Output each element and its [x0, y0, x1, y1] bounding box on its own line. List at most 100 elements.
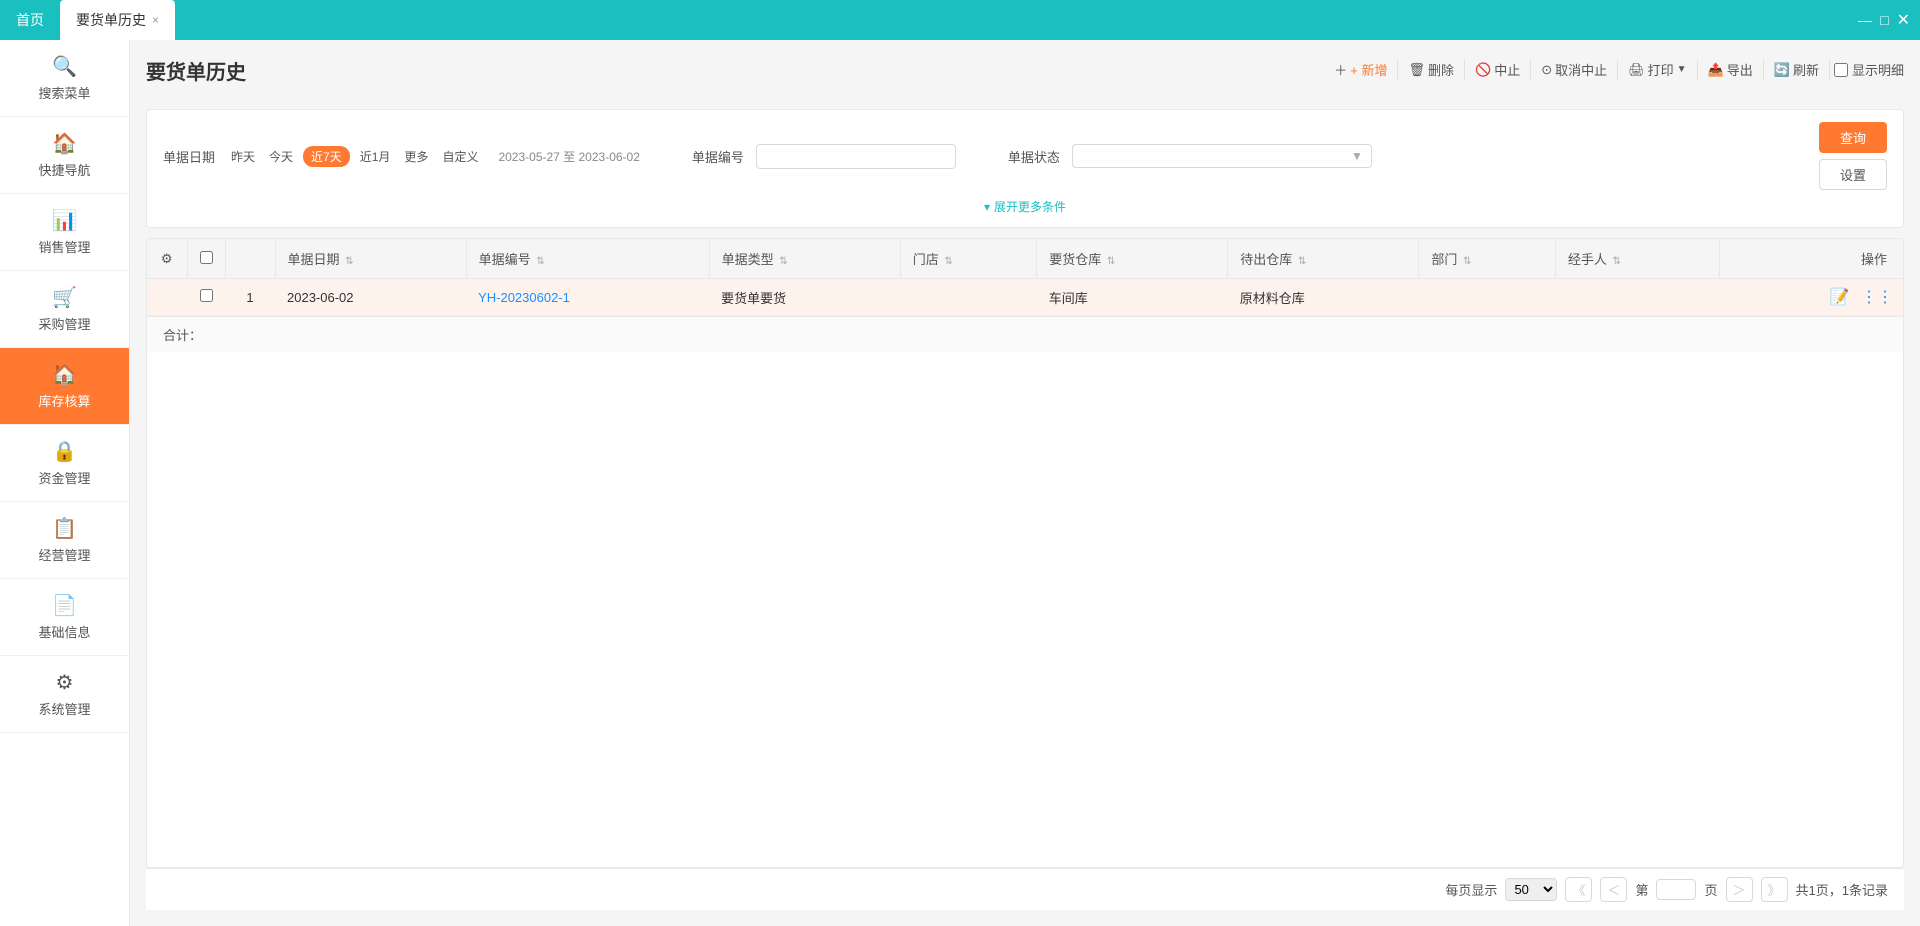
dropdown-chevron-icon: ▼ [1351, 149, 1363, 163]
delete-button[interactable]: 🗑 删除 [1402, 56, 1460, 83]
row-settings [147, 279, 187, 316]
first-page-button[interactable]: 《 [1565, 877, 1592, 902]
basic-info-icon: 📄 [52, 593, 77, 618]
main-layout: 🔍 搜索菜单 🏠 快捷导航 📊 销售管理 🛒 采购管理 🏠 库存核算 🔒 资金管… [0, 40, 1920, 926]
col-header-req-warehouse[interactable]: 要货仓库 ⇅ [1037, 239, 1228, 279]
row-store [900, 279, 1037, 316]
plus-icon: ＋ [1334, 60, 1347, 79]
row-doc-type: 要货单要货 [709, 279, 900, 316]
table-wrapper: ⚙ 单据日期 ⇅ 单据编号 [146, 238, 1904, 910]
minimize-icon[interactable]: — [1858, 12, 1872, 28]
col-header-pending-warehouse[interactable]: 待出仓库 ⇅ [1228, 239, 1419, 279]
stop-button[interactable]: 🚫 中止 [1469, 56, 1526, 83]
last-page-button[interactable]: 》 [1761, 877, 1788, 902]
date-btn-last7[interactable]: 近7天 [303, 146, 350, 167]
table-header-row: ⚙ 单据日期 ⇅ 单据编号 [147, 239, 1903, 279]
refresh-icon: 🔄 [1774, 62, 1790, 78]
expand-more-button[interactable]: ▾ 展开更多条件 [163, 198, 1887, 215]
display-detail-checkbox[interactable] [1834, 63, 1848, 77]
prev-page-button[interactable]: ＜ [1600, 877, 1627, 902]
sidebar-item-basic-info[interactable]: 📄 基础信息 [0, 579, 129, 656]
col-header-doc-type[interactable]: 单据类型 ⇅ [709, 239, 900, 279]
export-icon: 📤 [1708, 62, 1724, 78]
date-btn-yesterday[interactable]: 昨天 [227, 146, 259, 167]
sort-pending-warehouse-icon: ⇅ [1298, 256, 1306, 267]
row-edit-button[interactable]: 📝 [1827, 287, 1851, 308]
filter-settings-button[interactable]: 设置 [1819, 159, 1887, 190]
sidebar-item-search-menu[interactable]: 🔍 搜索菜单 [0, 40, 129, 117]
col-header-checkbox[interactable] [187, 239, 225, 279]
col-header-dept[interactable]: 部门 ⇅ [1419, 239, 1556, 279]
filter-section: 单据日期 昨天 今天 近7天 近1月 更多 自定义 2023-05-27 至 2… [146, 109, 1904, 228]
doc-number-link[interactable]: YH-20230602-1 [478, 290, 570, 305]
query-button[interactable]: 查询 [1819, 122, 1887, 153]
col-header-handler[interactable]: 经手人 ⇅ [1555, 239, 1719, 279]
print-button[interactable]: 🖨 打印 ▼ [1622, 56, 1692, 83]
sidebar-item-inventory[interactable]: 🏠 库存核算 [0, 348, 129, 425]
sidebar-item-sales-mgmt[interactable]: 📊 销售管理 [0, 194, 129, 271]
row-doc-number[interactable]: YH-20230602-1 [466, 279, 709, 316]
table-footer: 合计： [147, 316, 1903, 352]
toolbar-divider-5 [1697, 60, 1698, 80]
row-req-warehouse: 车间库 [1037, 279, 1228, 316]
export-button[interactable]: 📤 导出 [1702, 56, 1759, 83]
doc-number-input[interactable] [756, 144, 956, 169]
col-header-actions: 操作 [1719, 239, 1903, 279]
page-suffix: 页 [1704, 880, 1717, 899]
page-number-input[interactable]: 1 [1656, 879, 1696, 900]
finance-icon: 🔒 [52, 439, 77, 464]
col-header-doc-date[interactable]: 单据日期 ⇅ [275, 239, 466, 279]
sidebar-item-system-mgmt[interactable]: ⚙ 系统管理 [0, 656, 129, 733]
toolbar-divider-3 [1530, 60, 1531, 80]
sidebar-item-operations-mgmt[interactable]: 📋 经营管理 [0, 502, 129, 579]
next-page-button[interactable]: ＞ [1726, 877, 1753, 902]
page-title: 要货单历史 [146, 56, 246, 85]
close-icon[interactable]: ✕ [1897, 10, 1910, 30]
select-all-checkbox[interactable] [200, 251, 213, 264]
sort-doc-date-icon: ⇅ [345, 256, 353, 267]
row-checkbox-cell[interactable] [187, 279, 225, 316]
col-header-doc-number[interactable]: 单据编号 ⇅ [466, 239, 709, 279]
tab-close-icon[interactable]: × [152, 13, 159, 27]
sort-handler-icon: ⇅ [1613, 256, 1621, 267]
toolbar-divider-7 [1829, 60, 1830, 80]
doc-status-select[interactable]: ▼ [1072, 144, 1372, 168]
sidebar-item-finance-mgmt[interactable]: 🔒 资金管理 [0, 425, 129, 502]
table-row: 1 2023-06-02 YH-20230602-1 要货单要货 [147, 279, 1903, 316]
row-actions: 📝 ⋮⋮ [1719, 279, 1903, 316]
per-page-select[interactable]: 10 20 50 100 [1505, 878, 1557, 901]
refresh-button[interactable]: 🔄 刷新 [1768, 56, 1825, 83]
stop-icon: 🚫 [1475, 62, 1491, 78]
row-num: 1 [225, 279, 275, 316]
date-btn-last1month[interactable]: 近1月 [356, 146, 395, 167]
sidebar-item-purchase-mgmt[interactable]: 🛒 采购管理 [0, 271, 129, 348]
sidebar-item-quick-nav[interactable]: 🏠 快捷导航 [0, 117, 129, 194]
maximize-icon[interactable]: □ [1880, 12, 1888, 28]
row-handler [1555, 279, 1719, 316]
col-header-settings[interactable]: ⚙ [147, 239, 187, 279]
toolbar-divider-1 [1397, 60, 1398, 80]
date-btn-custom[interactable]: 自定义 [438, 146, 482, 167]
sort-store-icon: ⇅ [944, 256, 952, 267]
row-dept [1419, 279, 1556, 316]
data-table-container: ⚙ 单据日期 ⇅ 单据编号 [146, 238, 1904, 868]
purchase-icon: 🛒 [52, 285, 77, 310]
date-btn-more[interactable]: 更多 [400, 146, 432, 167]
filter-row: 单据日期 昨天 今天 近7天 近1月 更多 自定义 2023-05-27 至 2… [163, 122, 1887, 190]
home-icon: 🏠 [52, 131, 77, 156]
system-icon: ⚙ [56, 670, 74, 695]
print-dropdown-icon: ▼ [1677, 64, 1687, 75]
print-icon: 🖨 [1628, 62, 1645, 78]
cancel-stop-button[interactable]: ⊙ 取消中止 [1535, 56, 1613, 83]
row-more-button[interactable]: ⋮⋮ [1859, 287, 1895, 308]
new-button[interactable]: ＋ + 新增 [1328, 56, 1393, 83]
tab-requisition-history[interactable]: 要货单历史 × [60, 0, 175, 40]
col-header-store[interactable]: 门店 ⇅ [900, 239, 1037, 279]
tab-home[interactable]: 首页 [0, 0, 60, 40]
date-btn-today[interactable]: 今天 [265, 146, 297, 167]
display-detail-toggle[interactable]: 显示明细 [1834, 60, 1904, 79]
operations-icon: 📋 [52, 516, 77, 541]
row-checkbox[interactable] [200, 289, 213, 302]
doc-number-label: 单据编号 [692, 147, 744, 166]
date-filter-buttons: 昨天 今天 近7天 近1月 更多 自定义 [227, 146, 482, 167]
